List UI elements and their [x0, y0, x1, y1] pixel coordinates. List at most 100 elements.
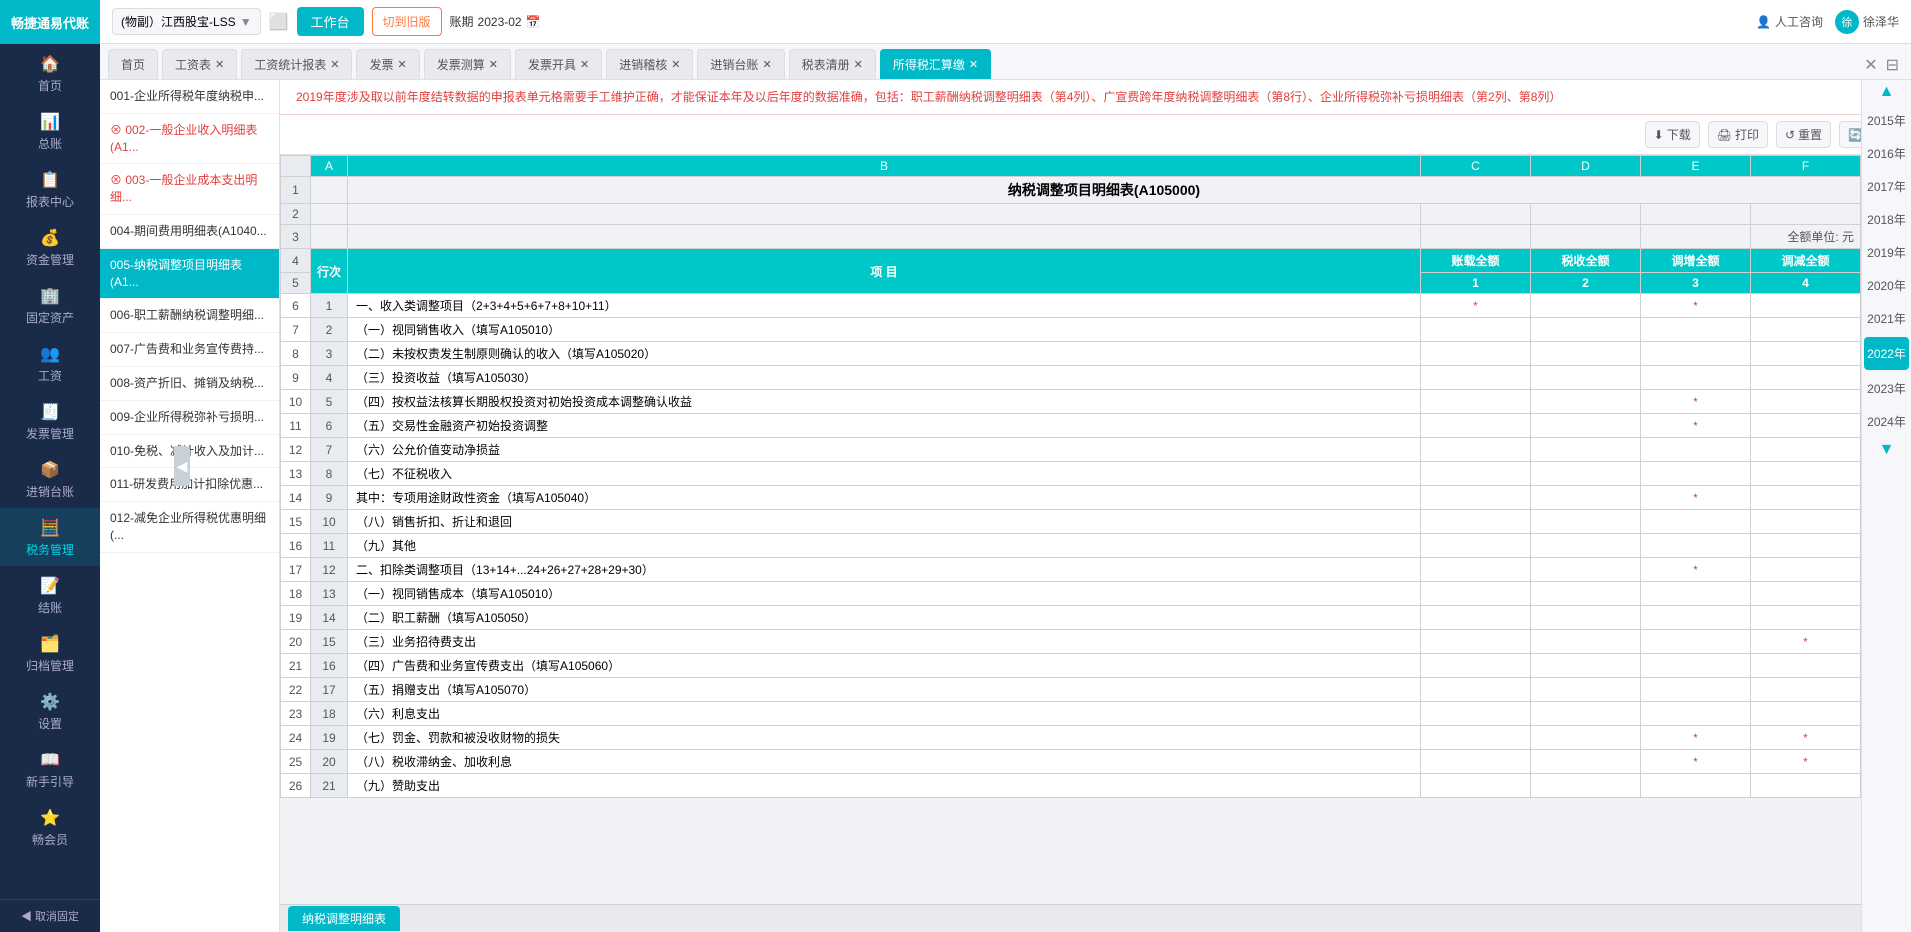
table-row[interactable]: 17 12 二、扣除类调整项目（13+14+...24+26+27+28+29+…	[281, 558, 1861, 582]
year-2020[interactable]: 2020年	[1862, 269, 1911, 302]
tab-payroll-report[interactable]: 工资统计报表✕	[241, 49, 352, 79]
tab-tax-list[interactable]: 税表清册✕	[789, 49, 876, 79]
sidebar-item-archive[interactable]: 🗂️ 归档管理	[0, 624, 100, 682]
table-row[interactable]: 20 15 （三）业务招待费支出 *	[281, 630, 1861, 654]
year-2019[interactable]: 2019年	[1862, 236, 1911, 269]
tab-income-tax[interactable]: 所得税汇算缴✕	[880, 49, 991, 79]
tab-close-icon[interactable]: ✕	[580, 58, 589, 71]
tab-inventory-check[interactable]: 进销稽核✕	[606, 49, 693, 79]
year-up-button[interactable]: ▲	[1873, 80, 1901, 104]
table-row[interactable]: 21 16 （四）广告费和业务宣传费支出（填写A105060）	[281, 654, 1861, 678]
table-row[interactable]: 10 5 （四）按权益法核算长期股权投资对初始投资成本调整确认收益 *	[281, 390, 1861, 414]
left-item-003[interactable]: ⊗ 003-一般企业成本支出明细...	[100, 164, 279, 215]
left-item-008[interactable]: 008-资产折旧、摊销及纳税...	[100, 367, 279, 401]
year-2016[interactable]: 2016年	[1862, 137, 1911, 170]
sidebar-item-close[interactable]: 📝 结账	[0, 566, 100, 624]
sidebar-item-assets[interactable]: 🏢 固定资产	[0, 276, 100, 334]
tab-close-icon[interactable]: ✕	[489, 58, 498, 71]
year-down-button[interactable]: ▼	[1873, 438, 1901, 462]
service-button[interactable]: 👤 人工咨询	[1756, 13, 1823, 30]
table-row[interactable]: 18 13 （一）视同销售成本（填写A105010）	[281, 582, 1861, 606]
year-2018[interactable]: 2018年	[1862, 203, 1911, 236]
table-row[interactable]: 7 2 （一）视同销售收入（填写A105010）	[281, 318, 1861, 342]
col-a-header: A	[311, 156, 348, 177]
sidebar-item-home[interactable]: 🏠 首页	[0, 44, 100, 102]
download-label: 下载	[1667, 126, 1691, 143]
table-row[interactable]: 26 21 （九）赞助支出	[281, 774, 1861, 798]
left-item-007[interactable]: 007-广告费和业务宣传费持...	[100, 333, 279, 367]
table-row[interactable]: 14 9 其中：专项用途财政性资金（填写A105040） *	[281, 486, 1861, 510]
workbench-button[interactable]: 工作台	[297, 7, 364, 36]
left-item-001[interactable]: 001-企业所得税年度纳税申...	[100, 80, 279, 114]
table-row[interactable]: 16 11 （九）其他	[281, 534, 1861, 558]
table-row[interactable]: 23 18 （六）利息支出	[281, 702, 1861, 726]
sidebar-item-ledger[interactable]: 📊 总账	[0, 102, 100, 160]
calendar-icon[interactable]: 📅	[526, 15, 541, 29]
tax-icon: 🧮	[40, 518, 60, 538]
ledger-icon: 📊	[40, 112, 60, 132]
tab-close-icon[interactable]: ✕	[671, 58, 680, 71]
sidebar-item-reports[interactable]: 📋 报表中心	[0, 160, 100, 218]
bottom-tab-item[interactable]: 纳税调整明细表	[288, 906, 400, 931]
tab-close-icon[interactable]: ✕	[854, 58, 863, 71]
tab-invoice[interactable]: 发票✕	[356, 49, 419, 79]
left-item-002[interactable]: ⊗ 002-一般企业收入明细表(A1...	[100, 114, 279, 165]
sidebar-item-finance[interactable]: 💰 资金管理	[0, 218, 100, 276]
old-version-button[interactable]: 切到旧版	[372, 7, 442, 36]
sidebar-item-settings[interactable]: ⚙️ 设置	[0, 682, 100, 740]
close-all-tabs-button[interactable]: ✕	[1860, 51, 1881, 79]
table-row[interactable]: 13 8 （七）不征税收入	[281, 462, 1861, 486]
table-row[interactable]: 15 10 （八）销售折扣、折让和退回	[281, 510, 1861, 534]
guide-icon: 📖	[40, 750, 60, 770]
table-row[interactable]: 22 17 （五）捐赠支出（填写A105070）	[281, 678, 1861, 702]
user-menu[interactable]: 徐 徐泽华	[1835, 10, 1899, 34]
table-row[interactable]: 24 19 （七）罚金、罚款和被没收财物的损失 * *	[281, 726, 1861, 750]
sidebar-item-guide[interactable]: 📖 新手引导	[0, 740, 100, 798]
table-row[interactable]: 6 1 一、收入类调整项目（2+3+4+5+6+7+8+10+11） * *	[281, 294, 1861, 318]
tab-inventory-ledger[interactable]: 进销台账✕	[697, 49, 784, 79]
tab-close-icon[interactable]: ✕	[215, 58, 224, 71]
tab-label: 发票开具	[528, 56, 576, 73]
table-row[interactable]: 9 4 （三）投资收益（填写A105030）	[281, 366, 1861, 390]
table-row[interactable]: 8 3 （二）未按权责发生制原则确认的收入（填写A105020）	[281, 342, 1861, 366]
download-button[interactable]: ⬇ 下载	[1645, 121, 1700, 148]
year-2015[interactable]: 2015年	[1862, 104, 1911, 137]
year-2017[interactable]: 2017年	[1862, 170, 1911, 203]
unpin-button[interactable]: ◀ 取消固定	[0, 899, 100, 932]
sidebar-item-invoice[interactable]: 🧾 发票管理	[0, 392, 100, 450]
tab-payroll[interactable]: 工资表✕	[162, 49, 237, 79]
tab-close-icon[interactable]: ✕	[330, 58, 339, 71]
company-selector[interactable]: (物副）江西股宝-LSS ▼	[112, 8, 261, 35]
table-row[interactable]: 11 6 （五）交易性金融资产初始投资调整 *	[281, 414, 1861, 438]
tab-close-icon[interactable]: ✕	[969, 58, 978, 71]
tab-home[interactable]: 首页	[108, 49, 158, 79]
sidebar-item-label: 工资	[38, 367, 62, 384]
left-item-006[interactable]: 006-职工薪酬纳税调整明细...	[100, 299, 279, 333]
year-2021[interactable]: 2021年	[1862, 302, 1911, 335]
left-item-012[interactable]: 012-减免企业所得税优惠明细(...	[100, 502, 279, 553]
sidebar-item-tax[interactable]: 🧮 税务管理	[0, 508, 100, 566]
reset-button[interactable]: ↺ 重置	[1776, 121, 1831, 148]
tab-close-icon[interactable]: ✕	[762, 58, 771, 71]
sidebar-item-member[interactable]: ⭐ 畅会员	[0, 798, 100, 856]
table-row[interactable]: 19 14 （二）职工薪酬（填写A105050）	[281, 606, 1861, 630]
tab-invoice-open[interactable]: 发票开具 ✕	[515, 49, 602, 79]
sidebar-item-payroll[interactable]: 👥 工资	[0, 334, 100, 392]
year-2024[interactable]: 2024年	[1862, 405, 1911, 438]
left-item-004[interactable]: 004-期间费用明细表(A1040...	[100, 215, 279, 249]
sidebar-item-label: 畅会员	[32, 831, 68, 848]
year-2022[interactable]: 2022年	[1864, 337, 1909, 370]
sidebar-item-inventory[interactable]: 📦 进销台账	[0, 450, 100, 508]
print-button[interactable]: 🖨 打印	[1708, 121, 1768, 148]
maximize-icon[interactable]: ⊟	[1882, 51, 1903, 79]
table-row[interactable]: 12 7 （六）公允价值变动净损益	[281, 438, 1861, 462]
collapse-panel-button[interactable]: ◀	[174, 446, 190, 486]
reset-icon: ↺	[1785, 128, 1795, 142]
tab-close-icon[interactable]: ✕	[398, 58, 407, 71]
left-item-005[interactable]: 005-纳税调整项目明细表(A1...	[100, 249, 279, 300]
left-item-009[interactable]: 009-企业所得税弥补亏损明...	[100, 401, 279, 435]
tab-invoice-calc[interactable]: 发票测算✕	[424, 49, 511, 79]
year-2023[interactable]: 2023年	[1862, 372, 1911, 405]
copy-icon[interactable]: ⬜	[269, 12, 289, 32]
table-row[interactable]: 25 20 （八）税收滞纳金、加收利息 * *	[281, 750, 1861, 774]
